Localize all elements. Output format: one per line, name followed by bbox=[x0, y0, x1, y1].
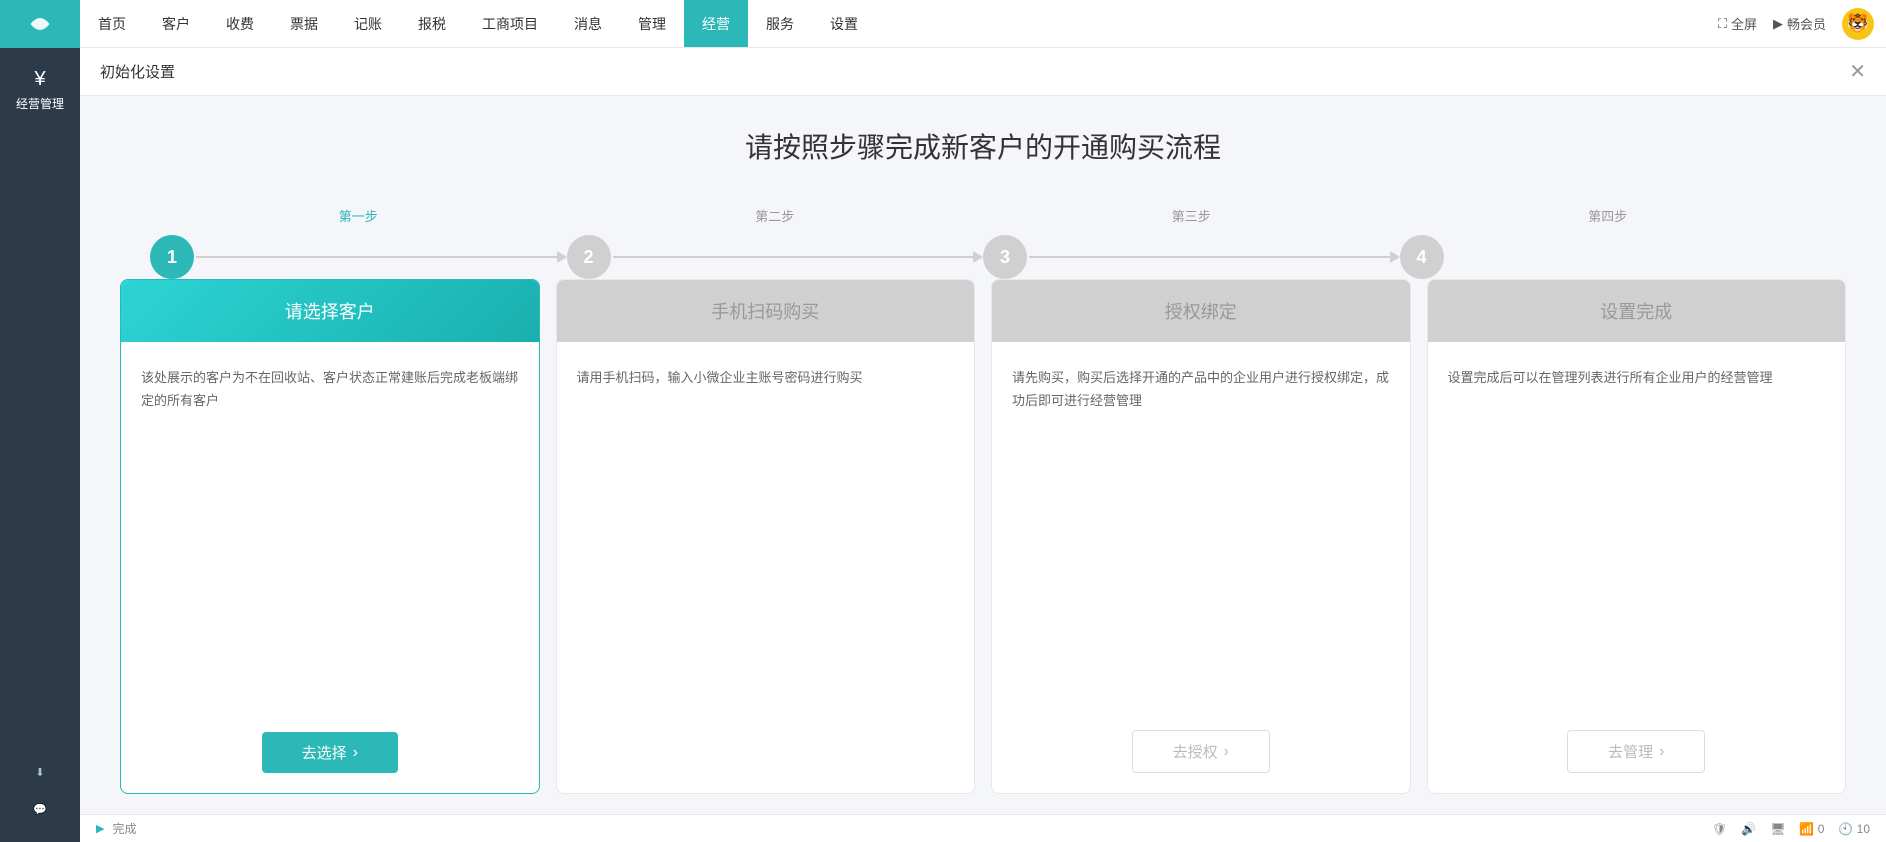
fullscreen-button[interactable]: ⛶ 全屏 bbox=[1718, 14, 1757, 33]
step-label-2: 第二步 bbox=[755, 206, 794, 225]
vip-button[interactable]: ▶ 畅会员 bbox=[1773, 14, 1826, 33]
sidebar-item-management[interactable]: ¥ 经营管理 bbox=[0, 56, 80, 124]
nav-item-票据[interactable]: 票据 bbox=[272, 0, 336, 47]
network-status: 📶 0 bbox=[1799, 822, 1824, 836]
step-circle-2: 2 bbox=[567, 235, 611, 279]
step-circle-row-4: 4 bbox=[1400, 235, 1817, 279]
steps-row: 第一步 1 第二步 2 第三步 3 第四步 4 bbox=[120, 206, 1846, 279]
step-line-2 bbox=[613, 256, 982, 258]
cards-row: 请选择客户该处展示的客户为不在回收站、客户状态正常建账后完成老板端绑定的所有客户… bbox=[120, 279, 1846, 794]
card-action-button-3[interactable]: 去授权 › bbox=[1132, 730, 1270, 773]
screen-icon: 🖥 bbox=[1770, 822, 1785, 836]
play-icon: ▶ bbox=[96, 822, 104, 835]
step-label-4: 第四步 bbox=[1588, 206, 1627, 225]
sidebar-chat-button[interactable]: 💬 bbox=[33, 793, 47, 826]
step-card-3: 授权绑定请先购买，购买后选择开通的产品中的企业用户进行授权绑定，成功后即可进行经… bbox=[991, 279, 1411, 794]
nav-item-工商项目[interactable]: 工商项目 bbox=[464, 0, 556, 47]
top-navigation: 首页客户收费票据记账报税工商项目消息管理经营服务设置 ⛶ 全屏 ▶ 畅会员 🐯 bbox=[0, 0, 1886, 48]
status-text: 完成 bbox=[112, 820, 136, 837]
card-footer-4: 去管理 › bbox=[1428, 714, 1846, 793]
status-bar: ▶ 完成 🛡 🔊 🖥 📶 0 🕙 10 bbox=[80, 814, 1886, 842]
clock-icon: 🕙 10 bbox=[1838, 822, 1870, 836]
step-card-1: 请选择客户该处展示的客户为不在回收站、客户状态正常建账后完成老板端绑定的所有客户… bbox=[120, 279, 540, 794]
step-card-4: 设置完成设置完成后可以在管理列表进行所有企业用户的经营管理去管理 › bbox=[1427, 279, 1847, 794]
card-footer-3: 去授权 › bbox=[992, 714, 1410, 793]
nav-items: 首页客户收费票据记账报税工商项目消息管理经营服务设置 bbox=[80, 0, 1718, 47]
step-col-2: 第二步 2 bbox=[567, 206, 984, 279]
step-line-3 bbox=[1029, 256, 1398, 258]
step-col-4: 第四步 4 bbox=[1400, 206, 1817, 279]
card-header-3: 授权绑定 bbox=[992, 280, 1410, 342]
sidebar-item-label: 经营管理 bbox=[16, 95, 64, 112]
step-card-2: 手机扫码购买请用手机扫码，输入小微企业主账号密码进行购买 bbox=[556, 279, 976, 794]
step-line-1 bbox=[196, 256, 565, 258]
step-circle-row-1: 1 bbox=[150, 235, 567, 279]
nav-item-收费[interactable]: 收费 bbox=[208, 0, 272, 47]
status-left: ▶ 完成 bbox=[96, 820, 136, 837]
nav-item-设置[interactable]: 设置 bbox=[812, 0, 876, 47]
main-content: 初始化设置 ✕ 请按照步骤完成新客户的开通购买流程 第一步 1 第二步 2 第三步 3 第四… bbox=[80, 48, 1886, 842]
step-label-1: 第一步 bbox=[339, 206, 378, 225]
nav-item-记账[interactable]: 记账 bbox=[336, 0, 400, 47]
card-footer-1: 去选择 › bbox=[121, 716, 539, 793]
card-header-2: 手机扫码购买 bbox=[557, 280, 975, 342]
card-body-1: 该处展示的客户为不在回收站、客户状态正常建账后完成老板端绑定的所有客户 bbox=[121, 342, 539, 716]
card-header-1: 请选择客户 bbox=[121, 280, 539, 342]
card-action-button-1[interactable]: 去选择 › bbox=[262, 732, 398, 773]
nav-item-消息[interactable]: 消息 bbox=[556, 0, 620, 47]
flow-area: 请按照步骤完成新客户的开通购买流程 第一步 1 第二步 2 第三步 3 第四步 4 请选择客户… bbox=[80, 96, 1886, 814]
card-body-4: 设置完成后可以在管理列表进行所有企业用户的经营管理 bbox=[1428, 342, 1846, 714]
step-col-1: 第一步 1 bbox=[150, 206, 567, 279]
status-right: 🛡 🔊 🖥 📶 0 🕙 10 bbox=[1712, 822, 1870, 836]
step-arrow-2 bbox=[973, 251, 983, 263]
nav-item-经营[interactable]: 经营 bbox=[684, 0, 748, 47]
card-action-button-4[interactable]: 去管理 › bbox=[1567, 730, 1705, 773]
app-logo bbox=[0, 0, 80, 48]
close-button[interactable]: ✕ bbox=[1849, 62, 1866, 82]
sidebar: ¥ 经营管理 ⬇ 💬 bbox=[0, 48, 80, 842]
fullscreen-icon: ⛶ bbox=[1718, 16, 1727, 32]
page-title: 初始化设置 bbox=[100, 61, 175, 82]
shield-icon: 🛡 bbox=[1712, 822, 1727, 836]
avatar[interactable]: 🐯 bbox=[1842, 8, 1874, 40]
card-body-3: 请先购买，购买后选择开通的产品中的企业用户进行授权绑定，成功后即可进行经营管理 bbox=[992, 342, 1410, 714]
nav-item-报税[interactable]: 报税 bbox=[400, 0, 464, 47]
step-circle-3: 3 bbox=[983, 235, 1027, 279]
nav-item-首页[interactable]: 首页 bbox=[80, 0, 144, 47]
flow-heading: 请按照步骤完成新客户的开通购买流程 bbox=[120, 126, 1846, 166]
step-arrow-3 bbox=[1390, 251, 1400, 263]
step-col-3: 第三步 3 bbox=[983, 206, 1400, 279]
nav-item-客户[interactable]: 客户 bbox=[144, 0, 208, 47]
step-arrow-1 bbox=[557, 251, 567, 263]
nav-right: ⛶ 全屏 ▶ 畅会员 🐯 bbox=[1718, 8, 1886, 40]
step-circle-1: 1 bbox=[150, 235, 194, 279]
download-icon: ⬇ bbox=[35, 766, 44, 779]
step-circle-4: 4 bbox=[1400, 235, 1444, 279]
sidebar-bottom: ⬇ 💬 bbox=[33, 756, 47, 842]
step-label-3: 第三步 bbox=[1172, 206, 1211, 225]
step-circle-row-2: 2 bbox=[567, 235, 984, 279]
volume-icon: 🔊 bbox=[1741, 822, 1756, 836]
chat-icon: 💬 bbox=[33, 803, 47, 816]
video-icon: ▶ bbox=[1773, 16, 1783, 32]
sidebar-download-button[interactable]: ⬇ bbox=[33, 756, 47, 789]
main-layout: ¥ 经营管理 ⬇ 💬 初始化设置 ✕ 请按照步骤完成新客户的开通购买流程 第一步… bbox=[0, 48, 1886, 842]
card-header-4: 设置完成 bbox=[1428, 280, 1846, 342]
nav-item-管理[interactable]: 管理 bbox=[620, 0, 684, 47]
card-body-2: 请用手机扫码，输入小微企业主账号密码进行购买 bbox=[557, 342, 975, 737]
page-header: 初始化设置 ✕ bbox=[80, 48, 1886, 96]
step-circle-row-3: 3 bbox=[983, 235, 1400, 279]
nav-item-服务[interactable]: 服务 bbox=[748, 0, 812, 47]
yuan-icon: ¥ bbox=[34, 68, 45, 91]
